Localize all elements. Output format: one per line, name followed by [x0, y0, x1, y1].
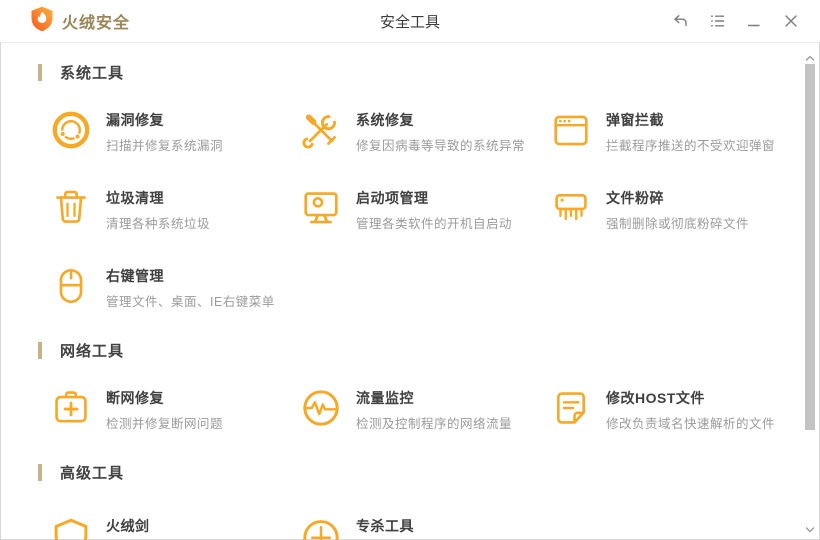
- tool-item[interactable]: 文件粉碎 强制删除或彻底粉碎文件: [550, 187, 800, 231]
- junk-clean-icon: [50, 187, 92, 229]
- tools-page: 系统工具 漏洞修复 扫描并修复系统漏洞 系统修复 修复因病毒等导致的系统异常 弹…: [0, 43, 820, 540]
- tool-section: 网络工具 断网修复 检测并修复断网问题 流量监控 检测及控制程序的网络流量 修改…: [0, 339, 820, 431]
- tool-description: 清理各种系统垃圾: [106, 217, 211, 231]
- section-accent-bar: [38, 463, 42, 481]
- tool-title: 漏洞修复: [106, 112, 164, 128]
- tool-section: 系统工具 漏洞修复 扫描并修复系统漏洞 系统修复 修复因病毒等导致的系统异常 弹…: [0, 61, 820, 309]
- tool-description: 拦截程序推送的不受欢迎弹窗: [606, 139, 776, 153]
- traffic-monitor-icon: [300, 387, 342, 429]
- tools-grid: 火绒剑 专杀工具: [0, 515, 820, 540]
- tool-description: 修改负责域名快速解析的文件: [606, 417, 776, 431]
- tool-title: 右键管理: [106, 268, 164, 284]
- tool-item[interactable]: 弹窗拦截 拦截程序推送的不受欢迎弹窗: [550, 109, 800, 153]
- tool-item[interactable]: 火绒剑: [50, 515, 300, 540]
- tool-item[interactable]: 漏洞修复 扫描并修复系统漏洞: [50, 109, 300, 153]
- tool-description: 检测并修复断网问题: [106, 417, 224, 431]
- system-repair-icon: [300, 109, 342, 151]
- tool-description: 管理各类软件的开机自启动: [356, 217, 513, 231]
- tool-title: 启动项管理: [356, 190, 429, 206]
- section-title: 系统工具: [60, 64, 125, 82]
- tool-description: 检测及控制程序的网络流量: [356, 417, 513, 431]
- tool-title: 专杀工具: [356, 518, 414, 534]
- vulnerability-fix-icon: [50, 109, 92, 151]
- tool-item[interactable]: 流量监控 检测及控制程序的网络流量: [300, 387, 550, 431]
- special-killer-icon: [300, 515, 342, 540]
- scroll-down-icon[interactable]: [804, 522, 816, 533]
- back-arrow-icon[interactable]: [671, 12, 689, 30]
- logo-shield-flame-icon: [30, 6, 54, 37]
- tool-item[interactable]: 启动项管理 管理各类软件的开机自启动: [300, 187, 550, 231]
- scroll-up-icon[interactable]: [804, 50, 816, 61]
- tool-item[interactable]: 断网修复 检测并修复断网问题: [50, 387, 300, 431]
- app-logo: 火绒安全: [0, 6, 130, 37]
- tools-grid: 断网修复 检测并修复断网问题 流量监控 检测及控制程序的网络流量 修改HOST文…: [0, 387, 820, 431]
- close-icon[interactable]: [782, 12, 800, 30]
- menu-list-icon[interactable]: [708, 12, 726, 30]
- scrollbar-thumb[interactable]: [805, 64, 815, 430]
- tool-title: 断网修复: [106, 390, 164, 406]
- tool-title: 流量监控: [356, 390, 414, 406]
- tool-title: 火绒剑: [106, 518, 150, 534]
- network-repair-icon: [50, 387, 92, 429]
- tool-description: 扫描并修复系统漏洞: [106, 139, 224, 153]
- titlebar: 火绒安全 安全工具: [0, 0, 820, 43]
- tool-item[interactable]: 修改HOST文件 修改负责域名快速解析的文件: [550, 387, 800, 431]
- tool-description: 管理文件、桌面、IE右键菜单: [106, 295, 275, 309]
- host-file-editor-icon: [550, 387, 592, 429]
- section-header: 高级工具: [38, 461, 820, 483]
- tool-item[interactable]: 垃圾清理 清理各种系统垃圾: [50, 187, 300, 231]
- tool-item[interactable]: 系统修复 修复因病毒等导致的系统异常: [300, 109, 550, 153]
- scrollbar: [803, 44, 817, 540]
- tool-description: 修复因病毒等导致的系统异常: [356, 139, 526, 153]
- tool-item[interactable]: 右键管理 管理文件、桌面、IE右键菜单: [50, 265, 300, 309]
- context-menu-manager-icon: [50, 265, 92, 307]
- section-header: 系统工具: [38, 61, 820, 83]
- section-header: 网络工具: [38, 339, 820, 361]
- tool-title: 垃圾清理: [106, 190, 164, 206]
- section-title: 网络工具: [60, 342, 125, 360]
- tool-title: 系统修复: [356, 112, 414, 128]
- minimize-icon[interactable]: [745, 12, 763, 30]
- tool-title: 弹窗拦截: [606, 112, 664, 128]
- tool-title: 文件粉碎: [606, 190, 664, 206]
- tool-title: 修改HOST文件: [606, 390, 705, 406]
- section-accent-bar: [38, 63, 42, 81]
- tool-item[interactable]: 专杀工具: [300, 515, 550, 540]
- startup-manager-icon: [300, 187, 342, 229]
- popup-blocker-icon: [550, 109, 592, 151]
- app-name: 火绒安全: [62, 15, 131, 32]
- tool-description: 强制删除或彻底粉碎文件: [606, 217, 750, 231]
- section-title: 高级工具: [60, 464, 125, 482]
- huorong-sword-icon: [50, 515, 92, 540]
- tool-section: 高级工具 火绒剑 专杀工具: [0, 461, 820, 540]
- section-accent-bar: [38, 341, 42, 359]
- tools-grid: 漏洞修复 扫描并修复系统漏洞 系统修复 修复因病毒等导致的系统异常 弹窗拦截 拦…: [0, 109, 820, 309]
- file-shredder-icon: [550, 187, 592, 229]
- app-window: 火绒安全 安全工具 系统工具 漏洞修复 扫描并修复系统漏洞 系统修复 修复因病毒…: [0, 0, 820, 540]
- window-controls: [671, 12, 820, 30]
